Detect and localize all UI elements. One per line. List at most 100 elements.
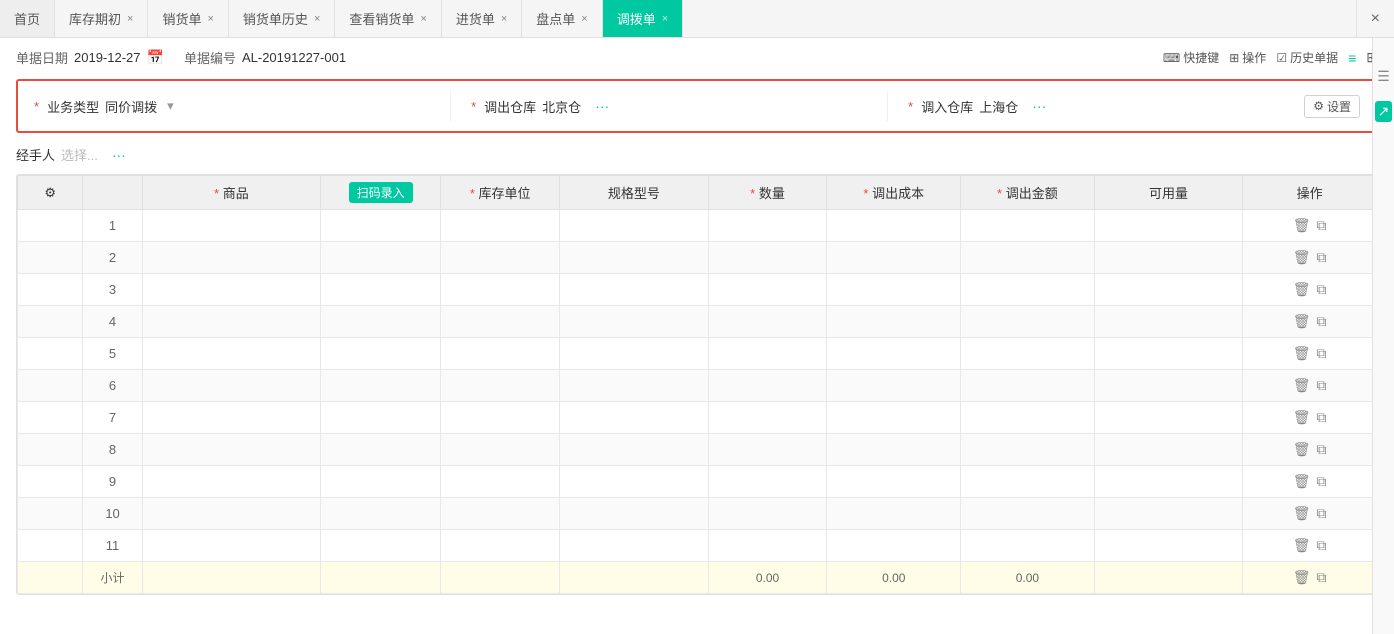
handler-more-icon[interactable]: ··· — [112, 147, 126, 163]
row-amount-cell[interactable] — [961, 466, 1095, 498]
layout-list-button[interactable]: ≡ — [1348, 50, 1356, 66]
calendar-icon[interactable]: 📅 — [147, 49, 164, 66]
row-cost-cell[interactable] — [827, 498, 961, 530]
row-cost-cell[interactable] — [827, 402, 961, 434]
row-spec-cell[interactable] — [560, 466, 709, 498]
transfer-out-value[interactable]: 北京仓 — [542, 97, 581, 116]
scan-button[interactable]: 扫码录入 — [349, 182, 413, 203]
sidebar-note-icon[interactable]: ☰ — [1377, 68, 1390, 85]
tab-stocktake-close[interactable]: × — [581, 13, 587, 25]
handler-select[interactable]: 选择... — [61, 145, 98, 164]
row-qty-cell[interactable] — [708, 242, 827, 274]
row-qty-cell[interactable] — [708, 338, 827, 370]
row-product-cell[interactable] — [142, 498, 320, 530]
row-spec-cell[interactable] — [560, 530, 709, 562]
row-spec-cell[interactable] — [560, 338, 709, 370]
transfer-in-more-icon[interactable]: ··· — [1032, 98, 1046, 114]
row-spec-cell[interactable] — [560, 434, 709, 466]
row-amount-cell[interactable] — [961, 274, 1095, 306]
delete-icon[interactable]: 🗑 — [1293, 345, 1311, 362]
row-qty-cell[interactable] — [708, 274, 827, 306]
copy-icon[interactable]: ⧉ — [1317, 281, 1327, 298]
row-unit-cell[interactable] — [441, 434, 560, 466]
table-gear-icon[interactable]: ⚙ — [44, 185, 56, 200]
delete-icon[interactable]: 🗑 — [1293, 249, 1311, 266]
tab-transfer[interactable]: 调拨单 × — [603, 0, 683, 37]
row-qty-cell[interactable] — [708, 210, 827, 242]
tab-inventory-init[interactable]: 库存期初 × — [55, 0, 148, 37]
row-qty-cell[interactable] — [708, 530, 827, 562]
tab-sales-order-close[interactable]: × — [207, 13, 213, 25]
tab-purchase-order[interactable]: 进货单 × — [442, 0, 522, 37]
delete-icon[interactable]: 🗑 — [1293, 505, 1311, 522]
row-unit-cell[interactable] — [441, 498, 560, 530]
doc-date-value[interactable]: 2019-12-27 — [74, 50, 141, 65]
row-spec-cell[interactable] — [560, 370, 709, 402]
row-qty-cell[interactable] — [708, 498, 827, 530]
row-qty-cell[interactable] — [708, 434, 827, 466]
row-spec-cell[interactable] — [560, 210, 709, 242]
subtotal-delete-icon[interactable]: 🗑 — [1293, 569, 1311, 586]
col-header-gear[interactable]: ⚙ — [18, 176, 83, 210]
business-type-dropdown-icon[interactable]: ▾ — [167, 98, 174, 114]
row-unit-cell[interactable] — [441, 530, 560, 562]
tab-sales-history-close[interactable]: × — [314, 13, 320, 25]
row-unit-cell[interactable] — [441, 370, 560, 402]
transfer-in-value[interactable]: 上海仓 — [979, 97, 1018, 116]
delete-icon[interactable]: 🗑 — [1293, 217, 1311, 234]
row-product-cell[interactable] — [142, 306, 320, 338]
delete-icon[interactable]: 🗑 — [1293, 473, 1311, 490]
row-cost-cell[interactable] — [827, 306, 961, 338]
row-unit-cell[interactable] — [441, 306, 560, 338]
settings-button[interactable]: ⚙ 设置 — [1304, 95, 1360, 118]
delete-icon[interactable]: 🗑 — [1293, 441, 1311, 458]
row-amount-cell[interactable] — [961, 242, 1095, 274]
row-unit-cell[interactable] — [441, 274, 560, 306]
row-unit-cell[interactable] — [441, 210, 560, 242]
row-cost-cell[interactable] — [827, 370, 961, 402]
row-cost-cell[interactable] — [827, 242, 961, 274]
row-cost-cell[interactable] — [827, 434, 961, 466]
tab-home[interactable]: 首页 — [0, 0, 55, 37]
copy-icon[interactable]: ⧉ — [1317, 473, 1327, 490]
tab-sales-order[interactable]: 销货单 × — [148, 0, 228, 37]
row-product-cell[interactable] — [142, 338, 320, 370]
row-product-cell[interactable] — [142, 370, 320, 402]
row-qty-cell[interactable] — [708, 466, 827, 498]
copy-icon[interactable]: ⧉ — [1317, 537, 1327, 554]
row-spec-cell[interactable] — [560, 402, 709, 434]
row-spec-cell[interactable] — [560, 498, 709, 530]
row-qty-cell[interactable] — [708, 402, 827, 434]
delete-icon[interactable]: 🗑 — [1293, 281, 1311, 298]
delete-icon[interactable]: 🗑 — [1293, 537, 1311, 554]
row-product-cell[interactable] — [142, 242, 320, 274]
row-amount-cell[interactable] — [961, 402, 1095, 434]
row-spec-cell[interactable] — [560, 242, 709, 274]
window-close-button[interactable]: × — [1356, 0, 1394, 37]
copy-icon[interactable]: ⧉ — [1317, 249, 1327, 266]
row-amount-cell[interactable] — [961, 434, 1095, 466]
row-spec-cell[interactable] — [560, 274, 709, 306]
tab-purchase-order-close[interactable]: × — [501, 13, 507, 25]
row-product-cell[interactable] — [142, 434, 320, 466]
row-amount-cell[interactable] — [961, 338, 1095, 370]
row-cost-cell[interactable] — [827, 530, 961, 562]
tab-view-sales-close[interactable]: × — [420, 13, 426, 25]
copy-icon[interactable]: ⧉ — [1317, 409, 1327, 426]
row-unit-cell[interactable] — [441, 338, 560, 370]
row-amount-cell[interactable] — [961, 306, 1095, 338]
row-cost-cell[interactable] — [827, 210, 961, 242]
delete-icon[interactable]: 🗑 — [1293, 313, 1311, 330]
copy-icon[interactable]: ⧉ — [1317, 377, 1327, 394]
row-cost-cell[interactable] — [827, 466, 961, 498]
row-qty-cell[interactable] — [708, 370, 827, 402]
tab-transfer-close[interactable]: × — [662, 13, 668, 25]
row-cost-cell[interactable] — [827, 274, 961, 306]
row-product-cell[interactable] — [142, 530, 320, 562]
copy-icon[interactable]: ⧉ — [1317, 217, 1327, 234]
row-amount-cell[interactable] — [961, 530, 1095, 562]
copy-icon[interactable]: ⧉ — [1317, 441, 1327, 458]
row-amount-cell[interactable] — [961, 210, 1095, 242]
row-product-cell[interactable] — [142, 210, 320, 242]
delete-icon[interactable]: 🗑 — [1293, 377, 1311, 394]
